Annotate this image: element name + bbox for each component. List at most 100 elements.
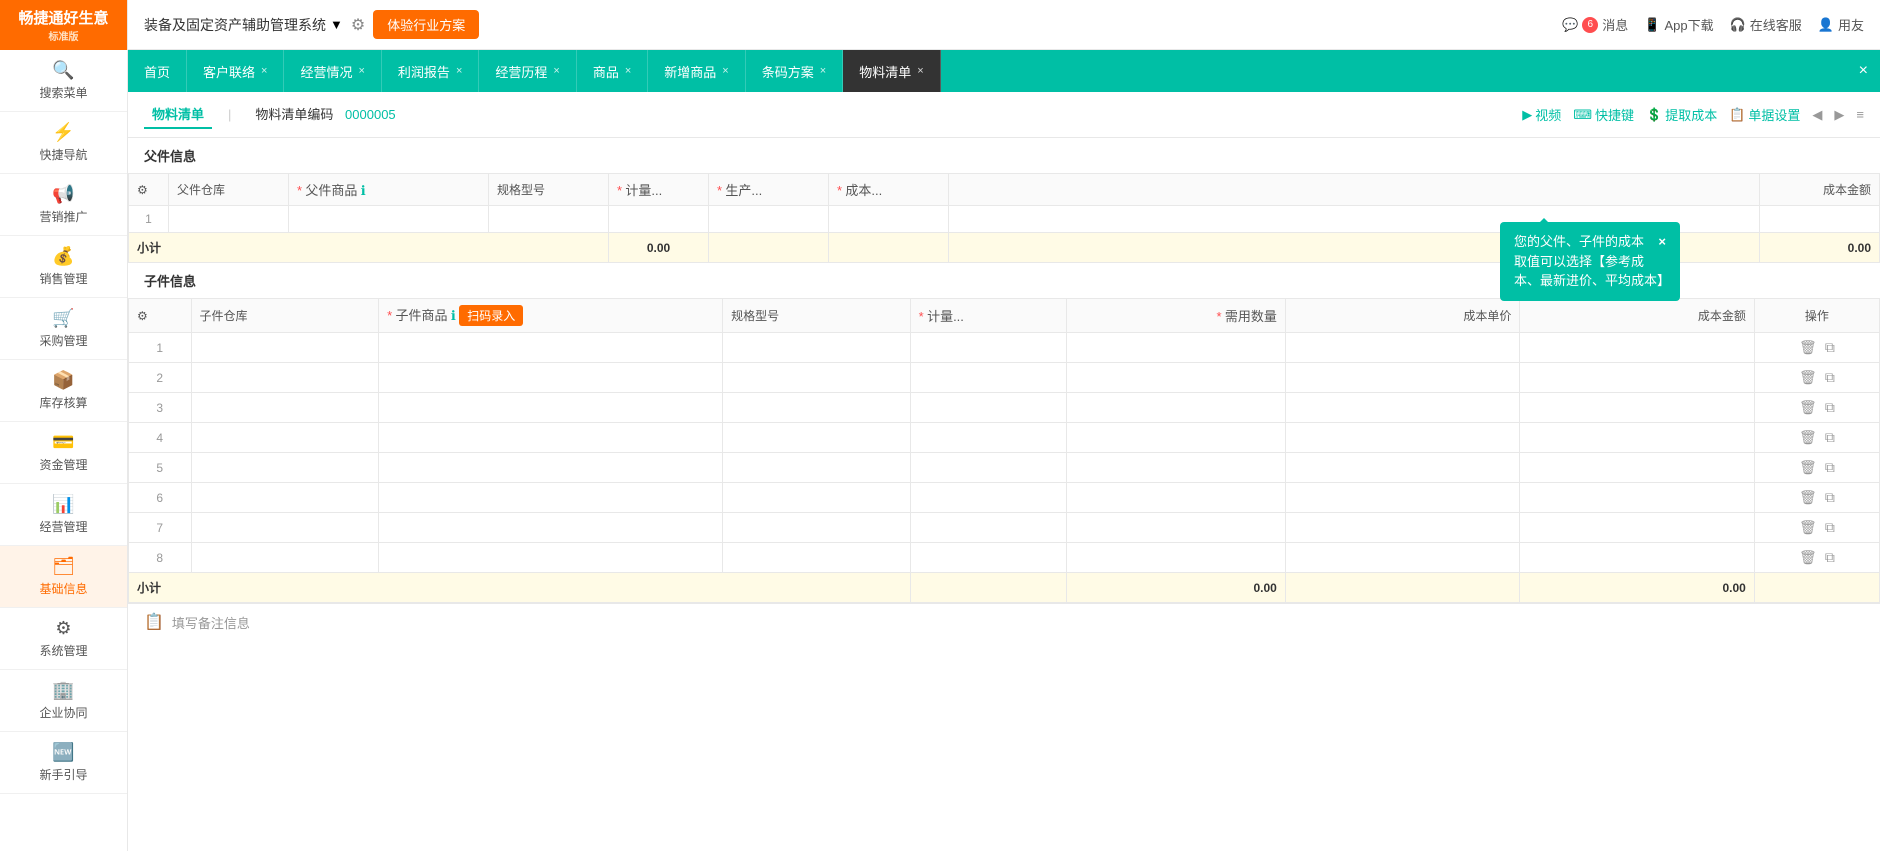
- copy-icon-4[interactable]: ⧉: [1825, 429, 1835, 446]
- child-cell-quantity-3[interactable]: [1066, 393, 1285, 423]
- child-cell-goods-6[interactable]: [379, 483, 723, 513]
- sub-tab-bom-list[interactable]: 物料清单: [144, 100, 212, 129]
- topbar-title-dropdown[interactable]: 装备及固定资产辅助管理系统 ▼: [144, 15, 343, 35]
- experience-btn[interactable]: 体验行业方案: [373, 10, 479, 39]
- tab-operation-status-close[interactable]: ×: [358, 65, 364, 77]
- sidebar-item-marketing[interactable]: 📢 营销推广: [0, 174, 127, 236]
- child-cell-unit-1[interactable]: [910, 333, 1066, 363]
- table-view-icon[interactable]: ≡: [1856, 107, 1864, 122]
- tab-barcode-close[interactable]: ×: [820, 65, 826, 77]
- copy-icon-1[interactable]: ⧉: [1825, 339, 1835, 356]
- tab-operation-history[interactable]: 经营历程 ×: [479, 50, 576, 92]
- tab-goods[interactable]: 商品 ×: [577, 50, 648, 92]
- child-cell-spec-6[interactable]: [723, 483, 911, 513]
- delete-icon-8[interactable]: 🗑: [1799, 549, 1817, 566]
- child-cell-goods-3[interactable]: [379, 393, 723, 423]
- tab-barcode[interactable]: 条码方案 ×: [746, 50, 843, 92]
- sidebar-item-quick-nav[interactable]: ⚡ 快捷导航: [0, 112, 127, 174]
- delete-icon-6[interactable]: 🗑: [1799, 489, 1817, 506]
- child-cell-warehouse-6[interactable]: [191, 483, 379, 513]
- sidebar-item-system[interactable]: ⚙ 系统管理: [0, 608, 127, 670]
- child-cell-warehouse-1[interactable]: [191, 333, 379, 363]
- copy-icon-7[interactable]: ⧉: [1825, 519, 1835, 536]
- copy-icon-5[interactable]: ⧉: [1825, 459, 1835, 476]
- delete-icon-1[interactable]: 🗑: [1799, 339, 1817, 356]
- child-cell-warehouse-5[interactable]: [191, 453, 379, 483]
- delete-icon-5[interactable]: 🗑: [1799, 459, 1817, 476]
- delete-icon-7[interactable]: 🗑: [1799, 519, 1817, 536]
- next-arrow[interactable]: ▶: [1834, 107, 1844, 123]
- child-cell-unit-5[interactable]: [910, 453, 1066, 483]
- message-button[interactable]: 💬 6 消息: [1562, 15, 1628, 34]
- child-cell-spec-3[interactable]: [723, 393, 911, 423]
- parent-cell-spec-1[interactable]: [489, 206, 609, 233]
- parent-cell-warehouse-1[interactable]: [169, 206, 289, 233]
- child-col-settings[interactable]: ⚙: [129, 299, 192, 333]
- child-cell-warehouse-8[interactable]: [191, 543, 379, 573]
- sidebar-item-guide[interactable]: 🆕 新手引导: [0, 732, 127, 794]
- child-cell-unit-3[interactable]: [910, 393, 1066, 423]
- child-cell-goods-4[interactable]: [379, 423, 723, 453]
- tab-goods-close[interactable]: ×: [625, 65, 631, 77]
- tab-customer-close[interactable]: ×: [261, 65, 267, 77]
- child-cell-unit-6[interactable]: [910, 483, 1066, 513]
- child-cell-unit-7[interactable]: [910, 513, 1066, 543]
- tab-new-goods[interactable]: 新增商品 ×: [648, 50, 745, 92]
- child-cell-quantity-1[interactable]: [1066, 333, 1285, 363]
- prev-arrow[interactable]: ◀: [1812, 107, 1822, 123]
- child-cell-quantity-5[interactable]: [1066, 453, 1285, 483]
- child-cell-goods-1[interactable]: [379, 333, 723, 363]
- child-cell-spec-1[interactable]: [723, 333, 911, 363]
- child-cell-warehouse-3[interactable]: [191, 393, 379, 423]
- nav-close-button[interactable]: ×: [1847, 62, 1880, 80]
- tab-new-goods-close[interactable]: ×: [722, 65, 728, 77]
- sidebar-item-basic-info[interactable]: 🗂 基础信息: [0, 546, 127, 608]
- tab-operation-history-close[interactable]: ×: [553, 65, 559, 77]
- tooltip-close-button[interactable]: ×: [1658, 232, 1666, 252]
- delete-icon-2[interactable]: 🗑: [1799, 369, 1817, 386]
- parent-cell-goods-1[interactable]: [289, 206, 489, 233]
- tab-profit-report-close[interactable]: ×: [456, 65, 462, 77]
- child-cell-spec-8[interactable]: [723, 543, 911, 573]
- parent-cell-unit-1[interactable]: [609, 206, 709, 233]
- child-cell-unit-4[interactable]: [910, 423, 1066, 453]
- copy-icon-8[interactable]: ⧉: [1825, 549, 1835, 566]
- parent-col-settings[interactable]: ⚙: [129, 174, 169, 206]
- copy-icon-3[interactable]: ⧉: [1825, 399, 1835, 416]
- child-cell-spec-4[interactable]: [723, 423, 911, 453]
- sidebar-item-search[interactable]: 🔍 搜索菜单: [0, 50, 127, 112]
- child-cell-quantity-6[interactable]: [1066, 483, 1285, 513]
- tab-operation-status[interactable]: 经营情况 ×: [284, 50, 381, 92]
- scan-button[interactable]: 扫码录入: [459, 305, 523, 326]
- delete-icon-3[interactable]: 🗑: [1799, 399, 1817, 416]
- user-button[interactable]: 👤 用友: [1818, 15, 1864, 34]
- online-service-button[interactable]: 🎧 在线客服: [1730, 15, 1802, 34]
- tab-profit-report[interactable]: 利润报告 ×: [382, 50, 479, 92]
- child-cell-goods-2[interactable]: [379, 363, 723, 393]
- sidebar-item-inventory[interactable]: 📦 库存核算: [0, 360, 127, 422]
- child-cell-quantity-8[interactable]: [1066, 543, 1285, 573]
- child-info-icon[interactable]: ℹ: [451, 308, 456, 323]
- delete-icon-4[interactable]: 🗑: [1799, 429, 1817, 446]
- child-cell-quantity-7[interactable]: [1066, 513, 1285, 543]
- child-cell-goods-8[interactable]: [379, 543, 723, 573]
- sub-tab-bom-code[interactable]: 物料清单编码 0000005: [247, 100, 403, 129]
- child-cell-warehouse-4[interactable]: [191, 423, 379, 453]
- child-cell-unit-8[interactable]: [910, 543, 1066, 573]
- parent-cell-cost-1[interactable]: [829, 206, 949, 233]
- sidebar-item-finance[interactable]: 💳 资金管理: [0, 422, 127, 484]
- copy-icon-6[interactable]: ⧉: [1825, 489, 1835, 506]
- gear-button[interactable]: ⚙: [351, 15, 365, 35]
- child-cell-warehouse-2[interactable]: [191, 363, 379, 393]
- child-cell-goods-5[interactable]: [379, 453, 723, 483]
- info-icon[interactable]: ℹ: [361, 183, 366, 198]
- sidebar-item-operation[interactable]: 📊 经营管理: [0, 484, 127, 546]
- view-action[interactable]: ▶ 视频: [1522, 105, 1561, 124]
- single-settings-action[interactable]: 📋 单据设置: [1729, 105, 1800, 124]
- tab-home[interactable]: 首页: [128, 50, 187, 92]
- shortcut-action[interactable]: ⌨ 快捷键: [1573, 105, 1634, 124]
- sidebar-item-enterprise[interactable]: 🏢 企业协同: [0, 670, 127, 732]
- child-cell-warehouse-7[interactable]: [191, 513, 379, 543]
- app-download-button[interactable]: 📱 App下载: [1644, 15, 1713, 34]
- child-cell-goods-7[interactable]: [379, 513, 723, 543]
